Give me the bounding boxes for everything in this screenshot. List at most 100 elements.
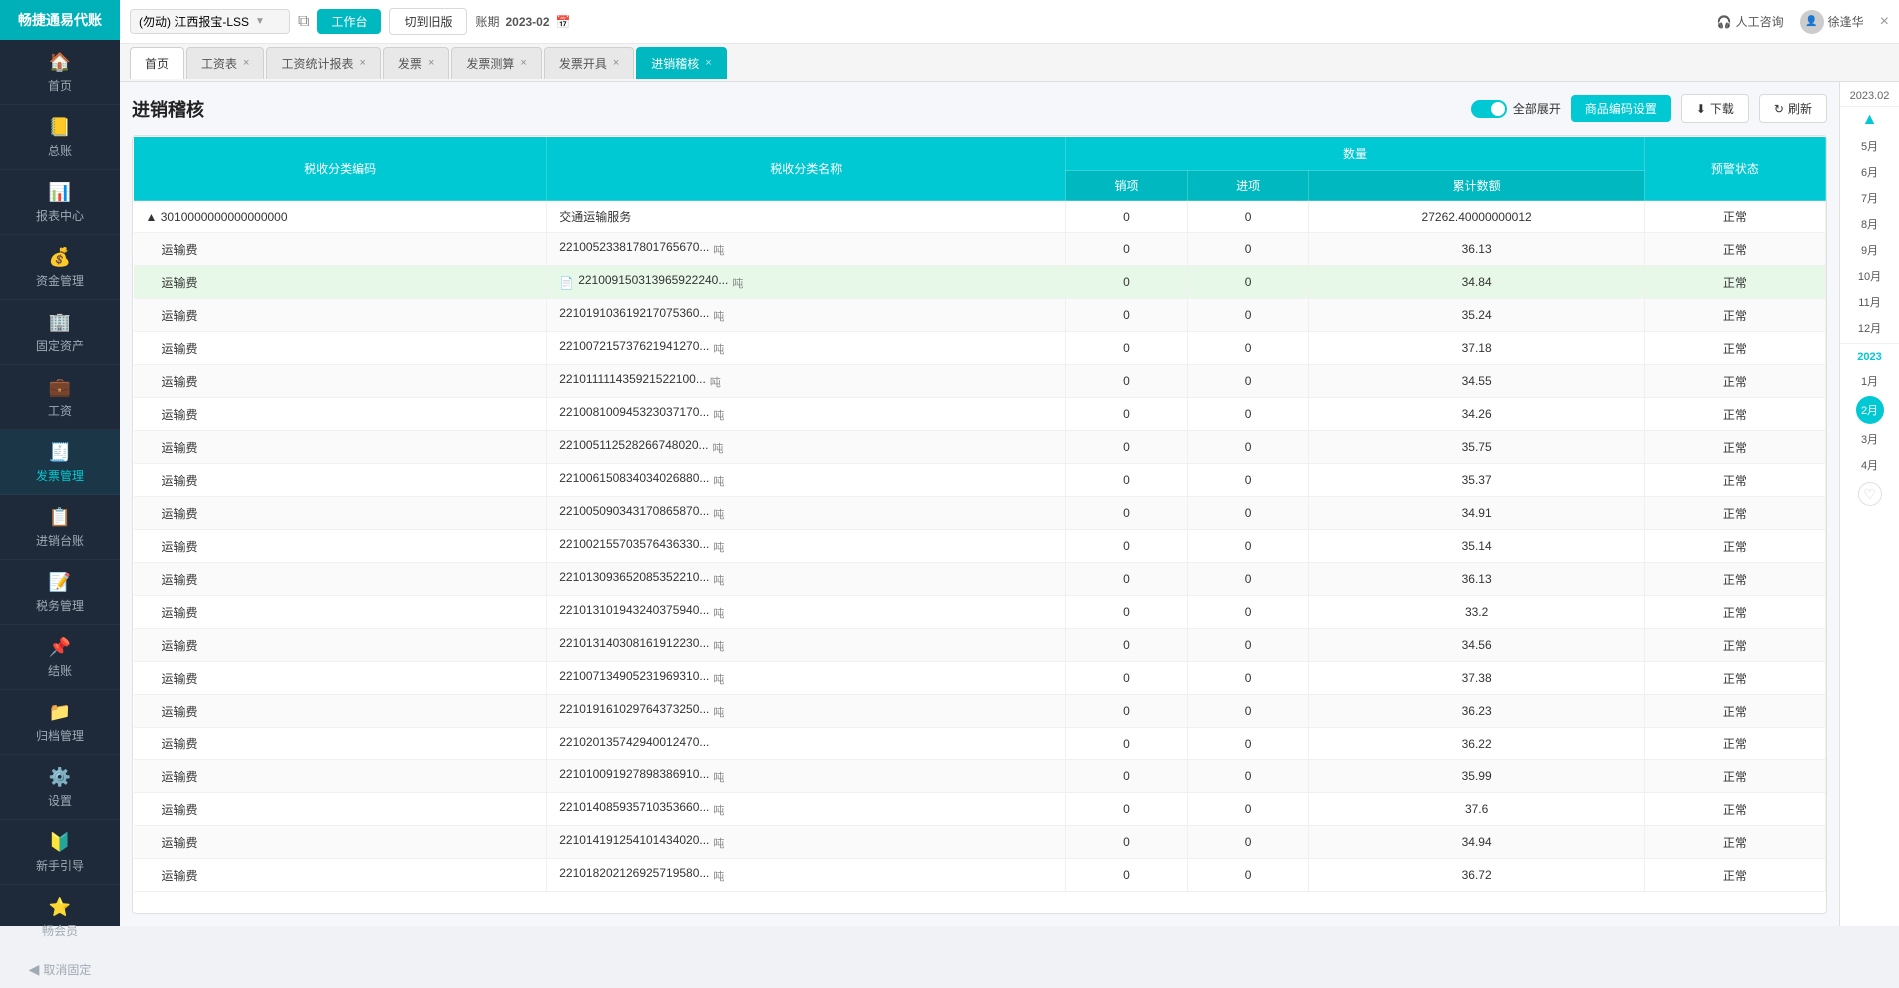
sidebar-item-salary[interactable]: 💼 工资 <box>0 365 120 430</box>
row-purchase: 0 <box>1187 398 1309 431</box>
expand-all-toggle[interactable] <box>1471 100 1507 118</box>
tab-salary-stats-label: 工资统计报表 <box>281 55 353 72</box>
table-row[interactable]: 运输费 221013140308161912230...吨 0 0 34.56 … <box>134 629 1826 662</box>
workspace-button[interactable]: 工作台 <box>317 9 381 34</box>
sidebar-item-invoice[interactable]: 🧾 发票管理 <box>0 430 120 495</box>
invoice-icon: 🧾 <box>49 442 71 463</box>
date-panel-month-mar[interactable]: 3月 <box>1840 426 1899 452</box>
date-panel-month-sep[interactable]: 9月 <box>1840 237 1899 263</box>
sidebar: 畅捷通易代账 🏠 首页 📒 总账 📊 报表中心 💰 资金管理 🏢 固定资产 💼 … <box>0 0 120 926</box>
row-status: 正常 <box>1644 563 1825 596</box>
date-panel-month-aug[interactable]: 8月 <box>1840 211 1899 237</box>
table-row[interactable]: 运输费 221005233817801765670...吨 0 0 36.13 … <box>134 233 1826 266</box>
table-row[interactable]: ▲ 3010000000000000000 交通运输服务 0 0 27262.4… <box>134 201 1826 233</box>
table-row[interactable]: 运输费 221013093652085352210...吨 0 0 36.13 … <box>134 563 1826 596</box>
table-row[interactable]: 运输费 221007134905231969310...吨 0 0 37.38 … <box>134 662 1826 695</box>
sidebar-item-archive[interactable]: 📁 归档管理 <box>0 690 120 755</box>
tab-salary-stats-close[interactable]: × <box>359 57 365 69</box>
table-row[interactable]: 运输费 221006150834034026880...吨 0 0 35.37 … <box>134 464 1826 497</box>
tab-invoice-open-close[interactable]: × <box>613 57 619 69</box>
date-panel-up-arrow[interactable]: ▲ <box>1858 107 1882 133</box>
product-setting-button[interactable]: 商品编码设置 <box>1571 95 1671 122</box>
row-sales: 0 <box>1066 497 1188 530</box>
row-purchase: 0 <box>1187 629 1309 662</box>
row-status: 正常 <box>1644 266 1825 299</box>
date-panel-month-dec[interactable]: 12月 <box>1840 315 1899 341</box>
date-panel-month-jun[interactable]: 6月 <box>1840 159 1899 185</box>
tab-invoice-calc[interactable]: 发票测算 × <box>451 47 541 79</box>
sidebar-item-reports[interactable]: 📊 报表中心 <box>0 170 120 235</box>
date-panel-month-jul[interactable]: 7月 <box>1840 185 1899 211</box>
table-row[interactable]: 运输费 221018202126925719580...吨 0 0 36.72 … <box>134 859 1826 892</box>
download-button[interactable]: ⬇ 下载 <box>1681 94 1749 123</box>
row-sales: 0 <box>1066 233 1188 266</box>
date-panel-month-nov[interactable]: 11月 <box>1840 289 1899 315</box>
table-row[interactable]: 运输费 221005090343170865870...吨 0 0 34.91 … <box>134 497 1826 530</box>
date-panel-month-jan[interactable]: 1月 <box>1840 368 1899 394</box>
date-panel-heart-icon[interactable]: ♡ <box>1858 482 1882 506</box>
user-menu[interactable]: 👤 徐逢华 <box>1800 10 1864 34</box>
row-sales: 0 <box>1066 596 1188 629</box>
row-cumulative: 37.18 <box>1309 332 1644 365</box>
sidebar-item-tax[interactable]: 📝 税务管理 <box>0 560 120 625</box>
row-sales: 0 <box>1066 695 1188 728</box>
sidebar-item-label: 新手引导 <box>36 857 84 874</box>
service-link[interactable]: 🎧 人工咨询 <box>1717 13 1784 30</box>
window-close-button[interactable]: × <box>1880 13 1889 31</box>
tab-home[interactable]: 首页 <box>130 47 184 79</box>
sidebar-item-purchase-sales[interactable]: 📋 进销台账 <box>0 495 120 560</box>
date-panel-month-apr[interactable]: 4月 <box>1840 452 1899 478</box>
refresh-button[interactable]: ↻ 刷新 <box>1759 94 1827 123</box>
table-row[interactable]: 运输费 221014085935710353660...吨 0 0 37.6 正… <box>134 793 1826 826</box>
sidebar-item-settings[interactable]: ⚙️ 设置 <box>0 755 120 820</box>
sidebar-item-home[interactable]: 🏠 首页 <box>0 40 120 105</box>
sidebar-item-label: 设置 <box>48 792 72 809</box>
row-invoice-code: 221011111435921522100...吨 <box>547 365 1066 398</box>
row-code: 运输费 <box>134 629 547 662</box>
tab-purchase-sales-verify-close[interactable]: × <box>705 57 711 69</box>
company-selector[interactable]: (勿动) 江西报宝-LSS ▼ <box>130 9 290 34</box>
col-header-quantity-group: 数量 <box>1066 137 1645 171</box>
table-row[interactable]: 运输费 📄221009150313965922240...吨 0 0 34.84… <box>134 266 1826 299</box>
pin-toggle[interactable]: ◀ 取消固定 <box>0 950 120 988</box>
table-row[interactable]: 运输费 221005112528266748020...吨 0 0 35.75 … <box>134 431 1826 464</box>
table-row[interactable]: 运输费 221014191254101434020...吨 0 0 34.94 … <box>134 826 1826 859</box>
switch-version-button[interactable]: 切到旧版 <box>389 8 467 35</box>
expand-all-label: 全部展开 <box>1513 100 1561 117</box>
sidebar-item-label: 资金管理 <box>36 272 84 289</box>
calendar-icon[interactable]: 📅 <box>556 15 571 29</box>
table-row[interactable]: 运输费 221008100945323037170...吨 0 0 34.26 … <box>134 398 1826 431</box>
tab-invoice-close[interactable]: × <box>428 57 434 69</box>
sidebar-item-ledger[interactable]: 📒 总账 <box>0 105 120 170</box>
tab-invoice-calc-close[interactable]: × <box>520 57 526 69</box>
table-row[interactable]: 运输费 221002155703576436330...吨 0 0 35.14 … <box>134 530 1826 563</box>
date-panel-month-feb[interactable]: 2月 <box>1856 396 1884 424</box>
tab-invoice-open[interactable]: 发票开具 × <box>544 47 634 79</box>
table-row[interactable]: 运输费 221011111435921522100...吨 0 0 34.55 … <box>134 365 1826 398</box>
table-row[interactable]: 运输费 221020135742940012470... 0 0 36.22 正… <box>134 728 1826 760</box>
table-row[interactable]: 运输费 221019103619217075360...吨 0 0 35.24 … <box>134 299 1826 332</box>
table-row[interactable]: 运输费 221019161029764373250...吨 0 0 36.23 … <box>134 695 1826 728</box>
row-cumulative: 35.37 <box>1309 464 1644 497</box>
row-status: 正常 <box>1644 332 1825 365</box>
date-panel-month-oct[interactable]: 10月 <box>1840 263 1899 289</box>
copy-icon[interactable]: ⧉ <box>298 13 309 31</box>
table-row[interactable]: 运输费 221013101943240375940...吨 0 0 33.2 正… <box>134 596 1826 629</box>
sidebar-item-settlement[interactable]: 📌 结账 <box>0 625 120 690</box>
table-row[interactable]: 运输费 221010091927898386910...吨 0 0 35.99 … <box>134 760 1826 793</box>
tab-salary-table-close[interactable]: × <box>243 57 249 69</box>
row-purchase: 0 <box>1187 530 1309 563</box>
sidebar-item-funds[interactable]: 💰 资金管理 <box>0 235 120 300</box>
tab-invoice[interactable]: 发票 × <box>383 47 449 79</box>
tab-purchase-sales-verify[interactable]: 进销稽核 × <box>636 47 726 79</box>
row-sales: 0 <box>1066 563 1188 596</box>
date-panel-month-may[interactable]: 5月 <box>1840 133 1899 159</box>
table-row[interactable]: 运输费 221007215737621941270...吨 0 0 37.18 … <box>134 332 1826 365</box>
tab-salary-stats[interactable]: 工资统计报表 × <box>266 47 380 79</box>
sidebar-item-member[interactable]: ⭐ 畅会员 <box>0 885 120 950</box>
row-invoice-code: 221005090343170865870...吨 <box>547 497 1066 530</box>
purchase-sales-icon: 📋 <box>49 507 71 528</box>
sidebar-item-assets[interactable]: 🏢 固定资产 <box>0 300 120 365</box>
tab-salary-table[interactable]: 工资表 × <box>186 47 264 79</box>
sidebar-item-guide[interactable]: 🔰 新手引导 <box>0 820 120 885</box>
